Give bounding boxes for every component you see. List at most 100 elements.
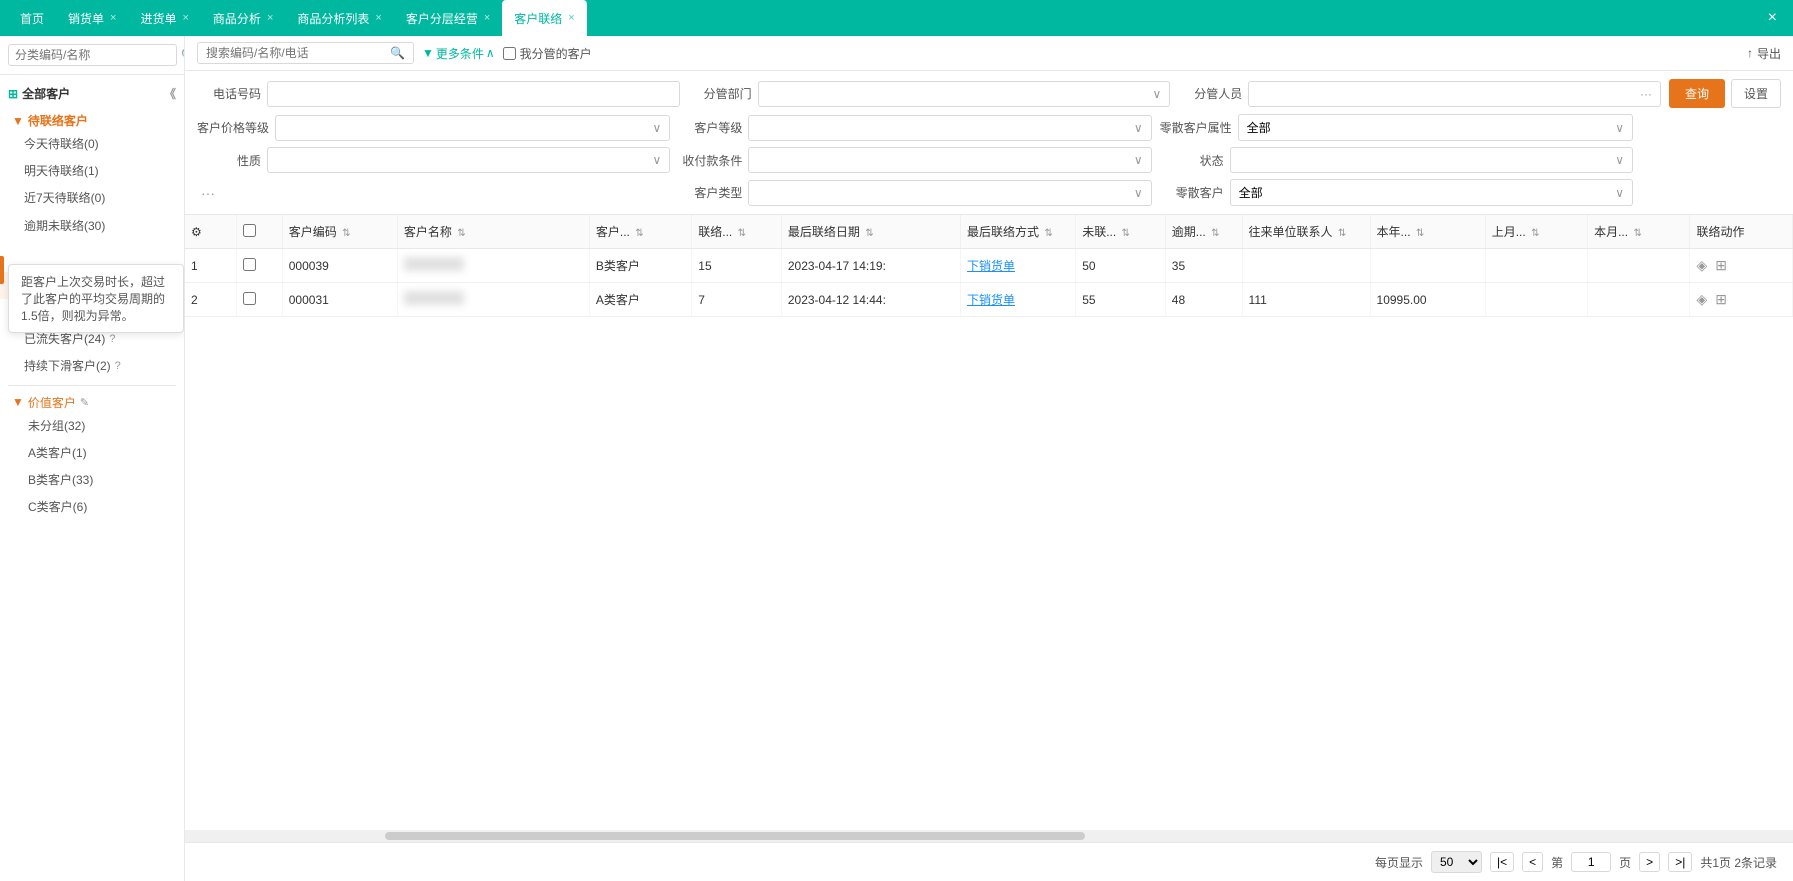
sort-code-icon[interactable]: ⇅ [342,228,350,239]
contact-action-icon-0[interactable]: ◈ [1696,257,1707,274]
sort-contact-person-icon[interactable]: ⇅ [1338,228,1346,239]
sort-method-icon[interactable]: ⇅ [1044,228,1052,239]
per-page-select[interactable]: 50 20 100 [1431,851,1482,873]
more-filters-button[interactable]: ··· [197,185,219,201]
price-grade-arrow-icon: ∨ [653,121,662,135]
th-contact-person[interactable]: 往来单位联系人 ⇅ [1242,215,1370,249]
sort-uncontact-icon[interactable]: ⇅ [1122,228,1130,239]
next-page-button[interactable]: > [1639,852,1660,872]
scrollbar-thumb[interactable] [385,832,1085,840]
close-product-analysis[interactable]: × [267,12,273,24]
row-checkbox-0[interactable] [243,258,256,271]
phone-input[interactable] [267,81,680,107]
th-contact-count[interactable]: 联络... ⇅ [692,215,782,249]
horizontal-scrollbar[interactable] [185,830,1793,842]
customer-grade-select[interactable]: ∨ [748,115,1151,141]
th-code[interactable]: 客户编码 ⇅ [282,215,397,249]
scatter-customer-select[interactable]: 全部 ∨ [1230,179,1633,206]
nav-customer-segment[interactable]: 客户分层经营 × [394,0,502,36]
window-close-button[interactable]: × [1760,9,1785,27]
sort-date-icon[interactable]: ⇅ [865,228,873,239]
pending-today[interactable]: 今天待联络(0) [0,131,184,158]
price-grade-select[interactable]: ∨ [275,115,670,141]
th-last-month[interactable]: 上月... ⇅ [1485,215,1587,249]
th-year-amount[interactable]: 本年... ⇅ [1370,215,1485,249]
value-ungroup[interactable]: 未分组(32) [0,413,184,440]
collapse-icon[interactable]: 《 [164,85,176,102]
sort-contact-icon[interactable]: ⇅ [738,228,746,239]
nature-arrow-icon: ∨ [653,153,662,167]
price-grade-label: 客户价格等级 [197,119,269,136]
sidebar-search-icon[interactable]: 🔍 [181,48,185,62]
search-input[interactable] [206,46,386,60]
row-checkbox-1[interactable] [243,292,256,305]
payment-select[interactable]: ∨ [748,147,1151,173]
prev-page-button[interactable]: < [1522,852,1543,872]
more-action-icon-1[interactable]: ⊞ [1715,291,1727,308]
nav-product-analysis[interactable]: 商品分析 × [201,0,285,36]
customer-type-select[interactable]: ∨ [748,180,1151,206]
query-button[interactable]: 查询 [1669,79,1725,108]
select-all-checkbox[interactable] [243,224,256,237]
export-button[interactable]: ↑ 导出 [1747,45,1781,62]
declining-customers[interactable]: 持续下滑客户(2) ? [0,353,184,380]
nav-home[interactable]: 首页 [8,0,56,36]
value-b-class[interactable]: B类客户(33) [0,467,184,494]
first-page-button[interactable]: |< [1490,852,1514,872]
contact-method-link-0[interactable]: 下销货单 [967,259,1015,273]
nav-customer-contact[interactable]: 客户联络 × [502,0,586,36]
sidebar-search-input[interactable] [8,44,177,66]
nav-sales-order[interactable]: 销货单 × [56,0,128,36]
settings-icon[interactable]: ⚙ [191,225,202,239]
status-select[interactable]: ∨ [1230,147,1633,173]
last-page-button[interactable]: >| [1668,852,1692,872]
my-customers-checkbox[interactable] [503,47,516,60]
sort-name-icon[interactable]: ⇅ [457,228,465,239]
more-conditions-button[interactable]: ▼ 更多条件 ∧ [422,45,495,62]
close-sales-order[interactable]: × [110,12,116,24]
close-product-analysis-list[interactable]: × [375,12,381,24]
th-last-contact-method[interactable]: 最后联络方式 ⇅ [961,215,1076,249]
th-type[interactable]: 客户... ⇅ [589,215,691,249]
sort-overdue-icon[interactable]: ⇅ [1211,228,1219,239]
contact-action-icon-1[interactable]: ◈ [1696,291,1707,308]
pending-7days[interactable]: 近7天待联络(0) [0,185,184,212]
cell-last-contact-date-0: 2023-04-17 14:19: [781,249,960,283]
sort-year-icon[interactable]: ⇅ [1416,228,1424,239]
th-last-contact-date[interactable]: 最后联络日期 ⇅ [781,215,960,249]
nav-product-analysis-list[interactable]: 商品分析列表 × [285,0,393,36]
sort-last-month-icon[interactable]: ⇅ [1531,228,1539,239]
person-select[interactable]: ··· [1248,81,1661,107]
dept-label: 分管部门 [688,85,752,102]
sort-cur-month-icon[interactable]: ⇅ [1633,228,1641,239]
settings-button[interactable]: 设置 [1731,79,1781,108]
value-a-class[interactable]: A类客户(1) [0,440,184,467]
scatter-attr-select[interactable]: 全部 ∨ [1238,114,1633,141]
value-customers-section[interactable]: ▼ 价值客户 ✎ [0,390,184,413]
close-customer-contact[interactable]: × [568,12,574,24]
page-number-input[interactable] [1571,852,1611,872]
contact-method-link-1[interactable]: 下销货单 [967,293,1015,307]
edit-value-groups-icon[interactable]: ✎ [80,396,89,409]
tree-root-all-customers[interactable]: ⊞ 全部客户 《 [0,79,184,108]
th-uncontact[interactable]: 未联... ⇅ [1076,215,1166,249]
value-c-class[interactable]: C类客户(6) [0,494,184,521]
more-action-icon-0[interactable]: ⊞ [1715,257,1727,274]
nature-select[interactable]: ∨ [267,147,670,173]
th-overdue[interactable]: 逾期... ⇅ [1165,215,1242,249]
search-icon[interactable]: 🔍 [390,46,405,60]
customer-name-1[interactable] [404,291,464,305]
value-expand-icon: ▼ [12,395,24,409]
close-purchase-order[interactable]: × [182,12,188,24]
th-name[interactable]: 客户名称 ⇅ [397,215,589,249]
pending-overdue[interactable]: 逾期未联络(30) [0,213,184,240]
pending-contact-section[interactable]: ▼ 待联络客户 [0,108,184,131]
dept-arrow-icon: ∨ [1153,87,1162,101]
dept-select[interactable]: ∨ [758,81,1171,107]
sort-type-icon[interactable]: ⇅ [635,228,643,239]
customer-name-0[interactable] [404,257,464,271]
pending-tomorrow[interactable]: 明天待联络(1) [0,158,184,185]
th-cur-month[interactable]: 本月... ⇅ [1588,215,1690,249]
close-customer-segment[interactable]: × [484,12,490,24]
nav-purchase-order[interactable]: 进货单 × [128,0,200,36]
